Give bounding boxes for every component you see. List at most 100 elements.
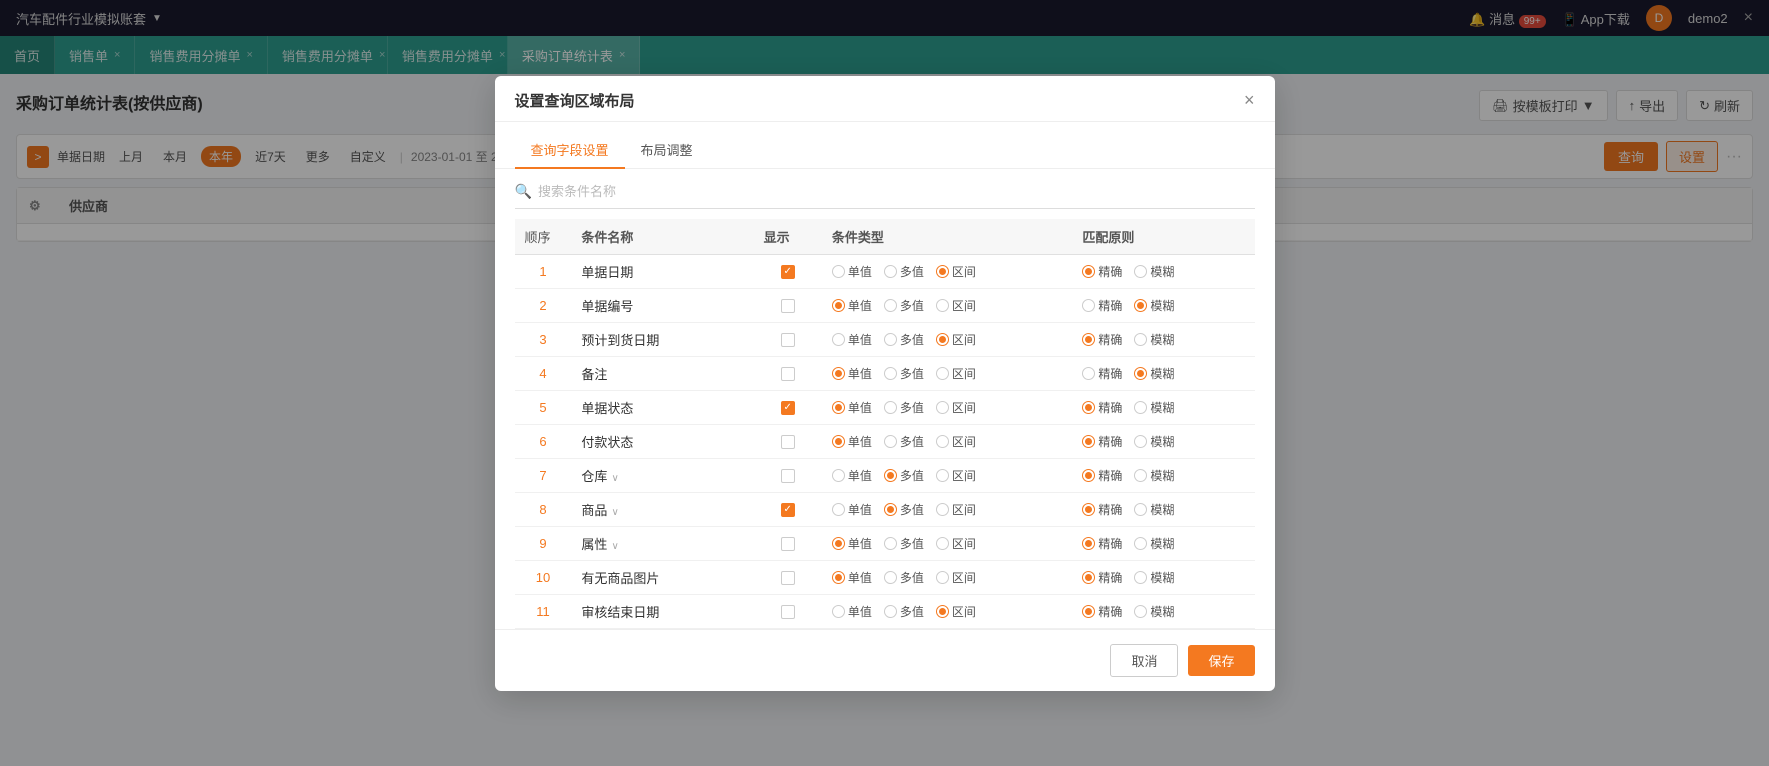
- show-checkbox[interactable]: [781, 571, 795, 585]
- type-radio-item[interactable]: 多值: [884, 603, 924, 620]
- show-checkbox[interactable]: [781, 605, 795, 619]
- field-name[interactable]: 仓库∨: [571, 458, 753, 492]
- show-checkbox[interactable]: [781, 537, 795, 551]
- type-radio-item[interactable]: 单值: [832, 535, 872, 552]
- show-checkbox[interactable]: [781, 401, 795, 415]
- type-radio-item[interactable]: 单值: [832, 569, 872, 586]
- show-checkbox[interactable]: [781, 333, 795, 347]
- type-radio-item[interactable]: 单值: [832, 433, 872, 450]
- type-radio-item[interactable]: 区间: [936, 331, 976, 348]
- type-radio-item[interactable]: 单值: [832, 399, 872, 416]
- radio-circle: [832, 503, 845, 516]
- type-radio-item[interactable]: 多值: [884, 297, 924, 314]
- match-radio-item[interactable]: 精确: [1082, 603, 1122, 620]
- type-radio-item[interactable]: 单值: [832, 365, 872, 382]
- match-radio-item[interactable]: 模糊: [1134, 263, 1174, 280]
- show-checkbox[interactable]: [781, 367, 795, 381]
- type-radio-item[interactable]: 多值: [884, 535, 924, 552]
- type-radio-item[interactable]: 单值: [832, 603, 872, 620]
- match-radio-item[interactable]: 精确: [1082, 263, 1122, 280]
- field-row: 7仓库∨单值多值区间精确模糊: [515, 458, 1255, 492]
- match-radio-item[interactable]: 精确: [1082, 535, 1122, 552]
- type-radio-item[interactable]: 区间: [936, 467, 976, 484]
- radio-circle: [832, 469, 845, 482]
- cancel-button[interactable]: 取消: [1110, 644, 1178, 677]
- type-radio-item[interactable]: 单值: [832, 297, 872, 314]
- chevron-down-icon: ∨: [611, 541, 618, 552]
- show-checkbox[interactable]: [781, 503, 795, 517]
- match-radio-item[interactable]: 精确: [1082, 501, 1122, 518]
- type-radio-group: 单值多值区间: [832, 467, 1062, 484]
- match-radio-item[interactable]: 模糊: [1134, 297, 1174, 314]
- type-radio-item[interactable]: 多值: [884, 467, 924, 484]
- match-radio-item[interactable]: 模糊: [1134, 433, 1174, 450]
- radio-label: 精确: [1098, 297, 1122, 314]
- radio-label: 单值: [848, 535, 872, 552]
- field-order: 6: [515, 424, 572, 458]
- match-radio-item[interactable]: 模糊: [1134, 467, 1174, 484]
- radio-circle: [832, 401, 845, 414]
- match-radio-item[interactable]: 精确: [1082, 331, 1122, 348]
- field-order: 4: [515, 356, 572, 390]
- field-match-cell: 精确模糊: [1072, 560, 1254, 594]
- type-radio-item[interactable]: 单值: [832, 331, 872, 348]
- match-radio-item[interactable]: 精确: [1082, 467, 1122, 484]
- match-radio-item[interactable]: 模糊: [1134, 535, 1174, 552]
- match-radio-item[interactable]: 精确: [1082, 365, 1122, 382]
- save-button[interactable]: 保存: [1188, 645, 1254, 676]
- type-radio-group: 单值多值区间: [832, 263, 1062, 280]
- radio-label: 精确: [1098, 263, 1122, 280]
- type-radio-item[interactable]: 区间: [936, 535, 976, 552]
- match-radio-item[interactable]: 精确: [1082, 399, 1122, 416]
- match-radio-item[interactable]: 模糊: [1134, 365, 1174, 382]
- match-radio-item[interactable]: 模糊: [1134, 399, 1174, 416]
- type-radio-item[interactable]: 多值: [884, 331, 924, 348]
- field-name[interactable]: 商品∨: [571, 492, 753, 526]
- match-radio-item[interactable]: 精确: [1082, 297, 1122, 314]
- radio-label: 区间: [952, 331, 976, 348]
- radio-circle: [884, 503, 897, 516]
- field-row: 4备注单值多值区间精确模糊: [515, 356, 1255, 390]
- field-order: 5: [515, 390, 572, 424]
- show-checkbox[interactable]: [781, 299, 795, 313]
- type-radio-item[interactable]: 区间: [936, 569, 976, 586]
- type-radio-item[interactable]: 多值: [884, 501, 924, 518]
- match-radio-item[interactable]: 精确: [1082, 433, 1122, 450]
- type-radio-group: 单值多值区间: [832, 535, 1062, 552]
- match-radio-item[interactable]: 模糊: [1134, 603, 1174, 620]
- match-radio-item[interactable]: 精确: [1082, 569, 1122, 586]
- search-input[interactable]: [538, 184, 738, 199]
- show-checkbox[interactable]: [781, 435, 795, 449]
- type-radio-item[interactable]: 区间: [936, 603, 976, 620]
- dialog-close-button[interactable]: ×: [1244, 90, 1255, 111]
- type-radio-item[interactable]: 区间: [936, 263, 976, 280]
- match-radio-item[interactable]: 模糊: [1134, 501, 1174, 518]
- match-radio-item[interactable]: 模糊: [1134, 331, 1174, 348]
- dialog-header: 设置查询区域布局 ×: [495, 76, 1275, 122]
- field-name[interactable]: 属性∨: [571, 526, 753, 560]
- type-radio-item[interactable]: 区间: [936, 433, 976, 450]
- show-checkbox[interactable]: [781, 469, 795, 483]
- radio-label: 精确: [1098, 331, 1122, 348]
- match-radio-item[interactable]: 模糊: [1134, 569, 1174, 586]
- type-radio-item[interactable]: 多值: [884, 399, 924, 416]
- type-radio-item[interactable]: 区间: [936, 501, 976, 518]
- tab-query-fields[interactable]: 查询字段设置: [515, 132, 625, 169]
- field-show-cell: [754, 356, 822, 390]
- type-radio-item[interactable]: 单值: [832, 263, 872, 280]
- field-type-cell: 单值多值区间: [822, 254, 1072, 288]
- type-radio-item[interactable]: 多值: [884, 263, 924, 280]
- type-radio-item[interactable]: 多值: [884, 569, 924, 586]
- radio-label: 单值: [848, 263, 872, 280]
- type-radio-item[interactable]: 区间: [936, 399, 976, 416]
- type-radio-item[interactable]: 多值: [884, 433, 924, 450]
- show-checkbox[interactable]: [781, 265, 795, 279]
- tab-layout-adjust[interactable]: 布局调整: [625, 132, 709, 169]
- type-radio-item[interactable]: 单值: [832, 501, 872, 518]
- type-radio-item[interactable]: 区间: [936, 365, 976, 382]
- type-radio-item[interactable]: 多值: [884, 365, 924, 382]
- field-show-cell: [754, 458, 822, 492]
- type-radio-item[interactable]: 单值: [832, 467, 872, 484]
- type-radio-item[interactable]: 区间: [936, 297, 976, 314]
- radio-circle: [1134, 265, 1147, 278]
